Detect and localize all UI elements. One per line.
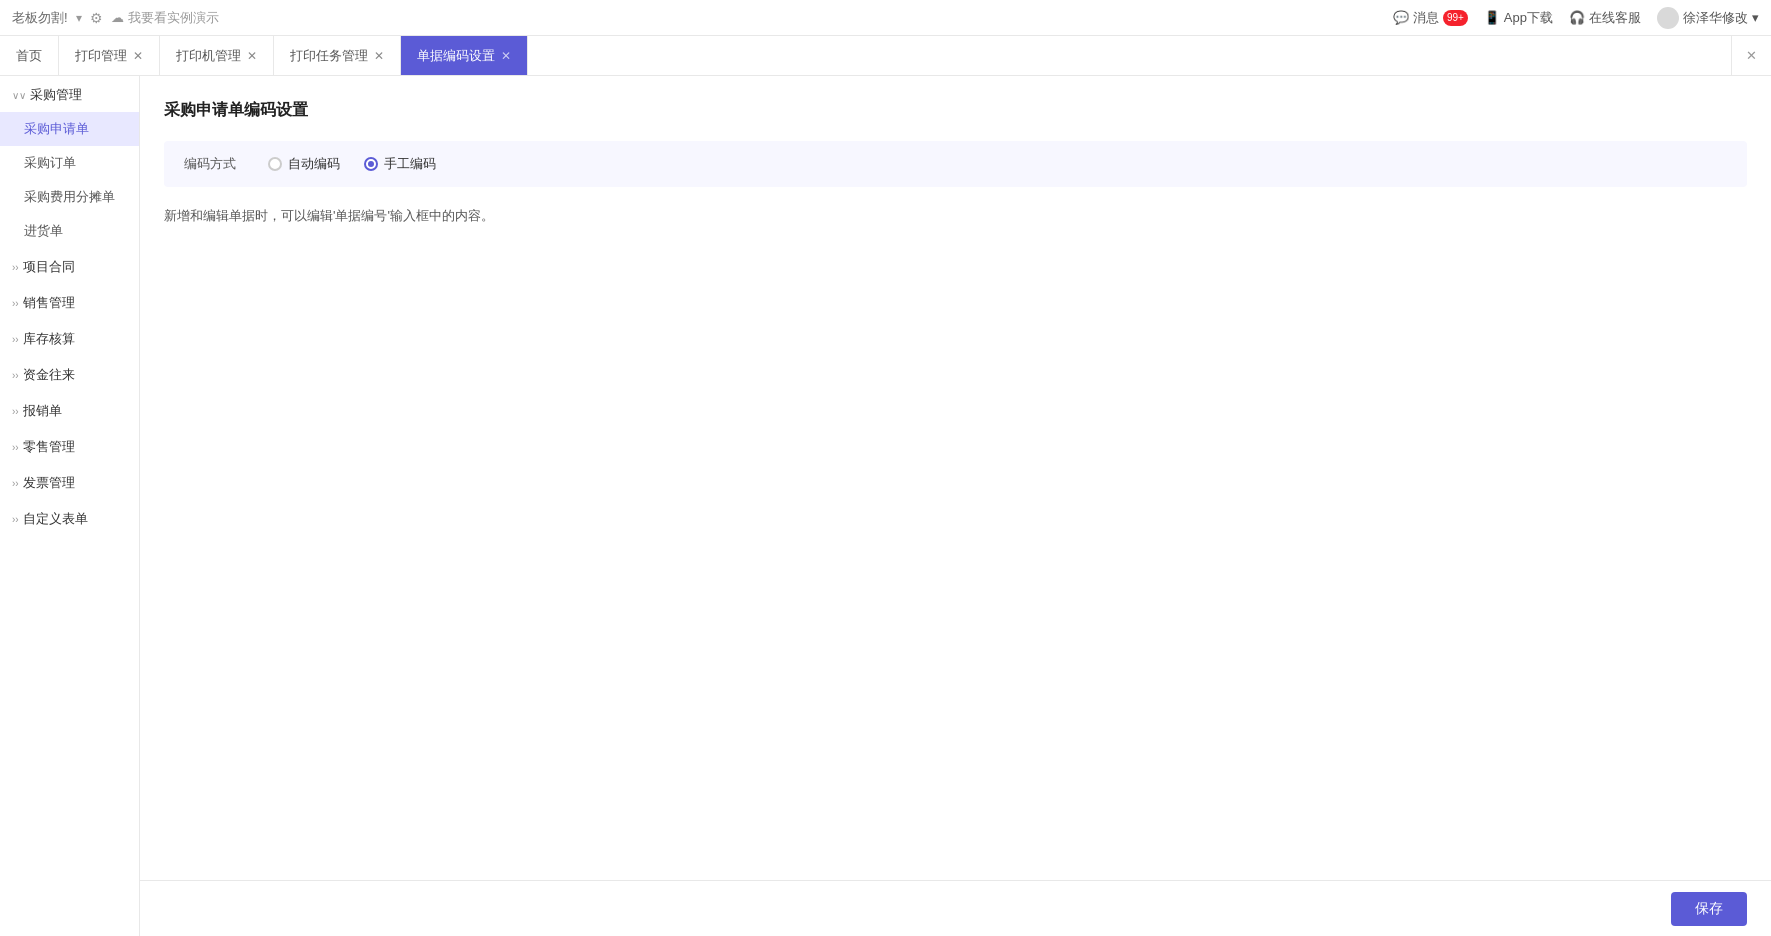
sidebar-group-expense-report: › 报销单 — [0, 392, 139, 428]
chevron-down-icon: ∨ — [12, 90, 26, 101]
app-label: App下载 — [1504, 9, 1553, 27]
tab-bill-code[interactable]: 单据编码设置 ✕ — [401, 36, 528, 75]
sidebar-group-purchase: ∨ 采购管理 采购申请单 采购订单 采购费用分摊单 进货单 — [0, 76, 139, 248]
sidebar-group-retail-label: 零售管理 — [23, 438, 75, 456]
gear-icon[interactable]: ⚙ — [90, 10, 103, 26]
sidebar-group-invoice-label: 发票管理 — [23, 474, 75, 492]
sidebar-group-retail-title[interactable]: › 零售管理 — [0, 428, 139, 464]
sidebar-group-invoice: › 发票管理 — [0, 464, 139, 500]
sidebar-group-expense-report-label: 报销单 — [23, 402, 62, 420]
cloud-icon: ☁ — [111, 10, 124, 25]
sidebar-group-project-label: 项目合同 — [23, 258, 75, 276]
tab-bar: 首页 打印管理 ✕ 打印机管理 ✕ 打印任务管理 ✕ 单据编码设置 ✕ ✕ — [0, 36, 1771, 76]
sidebar-group-sales-title[interactable]: › 销售管理 — [0, 284, 139, 320]
sidebar-item-purchase-request-label: 采购申请单 — [24, 121, 89, 136]
message-label: 消息 — [1413, 9, 1439, 27]
content-inner: 采购申请单编码设置 编码方式 自动编码 手工编码 新增和编辑单据时，可以编辑'单… — [140, 76, 1771, 880]
user-menu-button[interactable]: 徐泽华修改 ▾ — [1657, 7, 1759, 29]
sidebar: ∨ 采购管理 采购申请单 采购订单 采购费用分摊单 进货单 › 项目合同 — [0, 76, 140, 936]
tab-home[interactable]: 首页 — [0, 36, 59, 75]
sidebar-item-stock-in-label: 进货单 — [24, 223, 63, 238]
main-layout: ∨ 采购管理 采购申请单 采购订单 采购费用分摊单 进货单 › 项目合同 — [0, 76, 1771, 936]
sidebar-group-capital: › 资金往来 — [0, 356, 139, 392]
chevron-right-icon: › — [12, 262, 19, 273]
tab-close-all[interactable]: ✕ — [1731, 36, 1771, 75]
sidebar-group-capital-title[interactable]: › 资金往来 — [0, 356, 139, 392]
manual-code-radio[interactable] — [364, 157, 378, 171]
tab-bill-code-label: 单据编码设置 — [417, 47, 495, 65]
chevron-right-icon-expense: › — [12, 406, 19, 417]
content-area: 采购申请单编码设置 编码方式 自动编码 手工编码 新增和编辑单据时，可以编辑'单… — [140, 76, 1771, 936]
tab-print-task[interactable]: 打印任务管理 ✕ — [274, 36, 401, 75]
sidebar-group-purchase-label: 采购管理 — [30, 86, 82, 104]
top-bar-left: 老板勿割! ▾ ⚙ ☁ 我要看实例演示 — [12, 9, 219, 27]
sidebar-group-expense-report-title[interactable]: › 报销单 — [0, 392, 139, 428]
hint-text: 新增和编辑单据时，可以编辑'单据编号'输入框中的内容。 — [164, 207, 1747, 225]
manual-code-label: 手工编码 — [384, 155, 436, 173]
sidebar-group-inventory-label: 库存核算 — [23, 330, 75, 348]
sidebar-group-project: › 项目合同 — [0, 248, 139, 284]
tab-print-mgmt-label: 打印管理 — [75, 47, 127, 65]
tab-print-task-label: 打印任务管理 — [290, 47, 368, 65]
sidebar-item-purchase-request[interactable]: 采购申请单 — [0, 112, 139, 146]
manual-code-option[interactable]: 手工编码 — [364, 155, 436, 173]
tab-print-mgmt[interactable]: 打印管理 ✕ — [59, 36, 160, 75]
app-download-button[interactable]: 📱 App下载 — [1484, 9, 1553, 27]
avatar — [1657, 7, 1679, 29]
search-bar[interactable]: ☁ 我要看实例演示 — [111, 9, 219, 27]
service-label: 在线客服 — [1589, 9, 1641, 27]
online-service-button[interactable]: 🎧 在线客服 — [1569, 9, 1641, 27]
page-title: 采购申请单编码设置 — [164, 100, 1747, 121]
tab-printer-mgmt[interactable]: 打印机管理 ✕ — [160, 36, 274, 75]
service-icon: 🎧 — [1569, 10, 1585, 25]
tab-printer-mgmt-label: 打印机管理 — [176, 47, 241, 65]
encoding-method-label: 编码方式 — [184, 155, 236, 173]
user-dropdown-icon: ▾ — [1752, 10, 1759, 25]
user-name: 徐泽华修改 — [1683, 9, 1748, 27]
sidebar-group-custom-form-label: 自定义表单 — [23, 510, 88, 528]
message-icon: 💬 — [1393, 10, 1409, 25]
tab-print-task-close[interactable]: ✕ — [374, 49, 384, 63]
save-button[interactable]: 保存 — [1671, 892, 1747, 926]
tab-printer-mgmt-close[interactable]: ✕ — [247, 49, 257, 63]
auto-code-label: 自动编码 — [288, 155, 340, 173]
chevron-right-icon-sales: › — [12, 298, 19, 309]
sidebar-item-purchase-expense-label: 采购费用分摊单 — [24, 189, 115, 204]
chevron-right-icon-retail: › — [12, 442, 19, 453]
top-bar: 老板勿割! ▾ ⚙ ☁ 我要看实例演示 💬 消息 99+ 📱 App下载 🎧 在… — [0, 0, 1771, 36]
sidebar-item-purchase-order-label: 采购订单 — [24, 155, 76, 170]
sidebar-group-project-title[interactable]: › 项目合同 — [0, 248, 139, 284]
sidebar-group-retail: › 零售管理 — [0, 428, 139, 464]
message-badge: 99+ — [1443, 10, 1468, 26]
tab-home-label: 首页 — [16, 47, 42, 65]
brand-label: 老板勿割! — [12, 9, 68, 27]
sidebar-group-purchase-title[interactable]: ∨ 采购管理 — [0, 76, 139, 112]
footer-bar: 保存 — [140, 880, 1771, 936]
encoding-section: 编码方式 自动编码 手工编码 — [164, 141, 1747, 187]
sidebar-group-sales: › 销售管理 — [0, 284, 139, 320]
sidebar-group-custom-form-title[interactable]: › 自定义表单 — [0, 500, 139, 536]
sidebar-group-inventory-title[interactable]: › 库存核算 — [0, 320, 139, 356]
tab-bill-code-close[interactable]: ✕ — [501, 49, 511, 63]
sidebar-group-capital-label: 资金往来 — [23, 366, 75, 384]
search-placeholder-text: 我要看实例演示 — [128, 9, 219, 27]
chevron-right-icon-invoice: › — [12, 478, 19, 489]
sidebar-group-inventory: › 库存核算 — [0, 320, 139, 356]
message-button[interactable]: 💬 消息 99+ — [1393, 9, 1468, 27]
auto-code-option[interactable]: 自动编码 — [268, 155, 340, 173]
chevron-right-icon-capital: › — [12, 370, 19, 381]
sidebar-group-sales-label: 销售管理 — [23, 294, 75, 312]
chevron-right-icon-custom: › — [12, 514, 19, 525]
sidebar-item-purchase-order[interactable]: 采购订单 — [0, 146, 139, 180]
tab-print-mgmt-close[interactable]: ✕ — [133, 49, 143, 63]
app-icon: 📱 — [1484, 10, 1500, 25]
sidebar-group-custom-form: › 自定义表单 — [0, 500, 139, 536]
chevron-right-icon-inventory: › — [12, 334, 19, 345]
sidebar-item-stock-in[interactable]: 进货单 — [0, 214, 139, 248]
sidebar-group-invoice-title[interactable]: › 发票管理 — [0, 464, 139, 500]
sidebar-item-purchase-expense[interactable]: 采购费用分摊单 — [0, 180, 139, 214]
top-bar-right: 💬 消息 99+ 📱 App下载 🎧 在线客服 徐泽华修改 ▾ — [1393, 7, 1759, 29]
dropdown-arrow-icon[interactable]: ▾ — [76, 11, 82, 25]
auto-code-radio[interactable] — [268, 157, 282, 171]
